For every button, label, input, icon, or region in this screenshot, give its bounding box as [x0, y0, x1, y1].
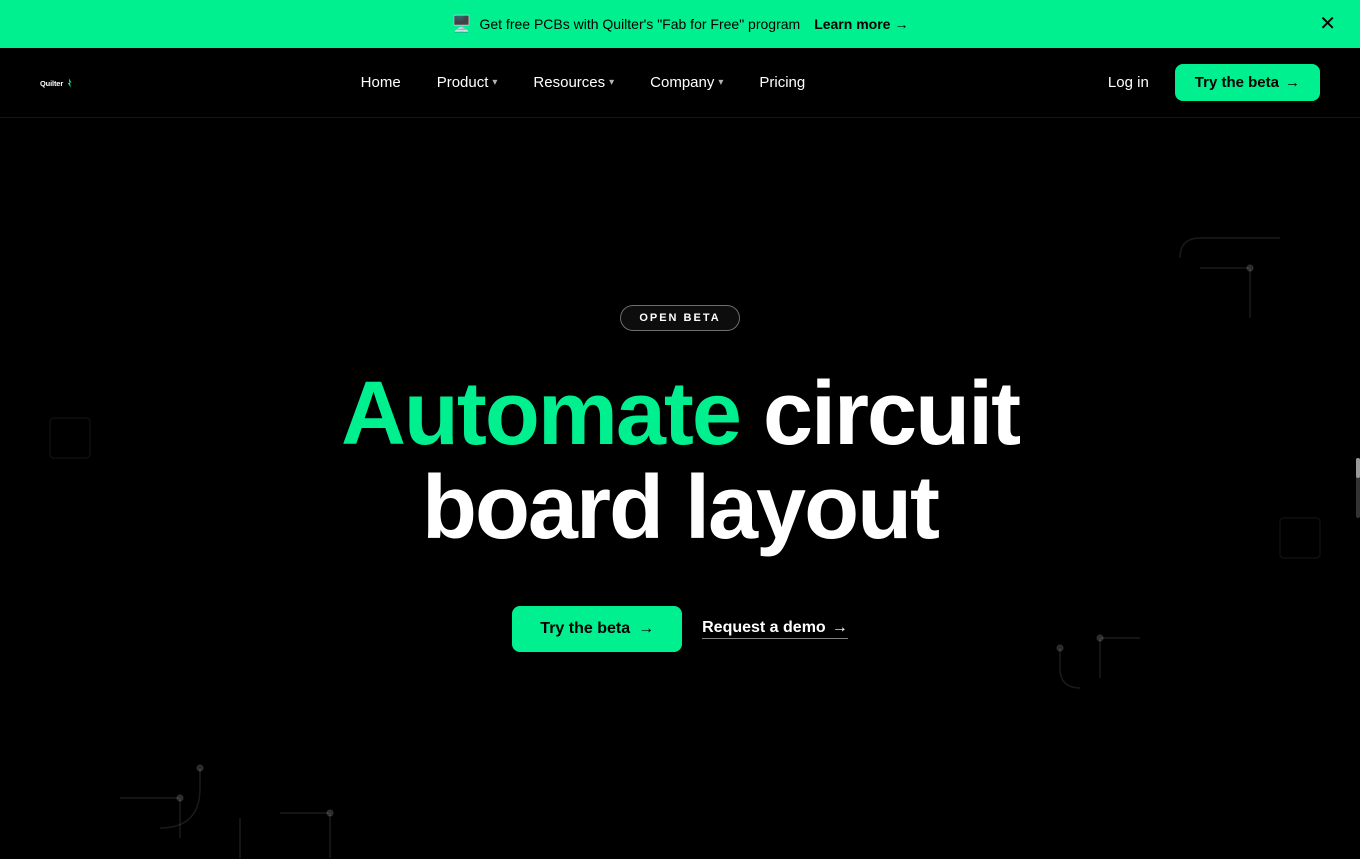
resources-chevron-icon: ▾ [609, 77, 614, 88]
announcement-bar: 🖥️ Get free PCBs with Quilter's "Fab for… [0, 0, 1360, 48]
navbar-cta-arrow: → [1285, 74, 1300, 91]
nav-pricing-label: Pricing [759, 74, 805, 91]
announcement-text: 🖥️ Get free PCBs with Quilter's "Fab for… [452, 14, 909, 34]
nav-resources[interactable]: Resources ▾ [519, 66, 628, 99]
logo-wordmark: Quilter [40, 67, 72, 99]
company-chevron-icon: ▾ [718, 77, 723, 88]
login-button[interactable]: Log in [1094, 66, 1163, 99]
navbar-try-beta-button[interactable]: Try the beta → [1175, 64, 1320, 101]
nav-links: Home Product ▾ Resources ▾ Company ▾ Pri… [347, 66, 820, 99]
nav-company-label: Company [650, 74, 714, 91]
hero-badge-text: OPEN BETA [639, 312, 720, 324]
nav-resources-label: Resources [533, 74, 605, 91]
announcement-close-button[interactable]: ✕ [1315, 10, 1340, 38]
nav-product-label: Product [437, 74, 489, 91]
hero-badge: OPEN BETA [620, 305, 739, 331]
hero-request-demo-button[interactable]: Request a demo → [702, 619, 848, 639]
announcement-icon: 🖥️ [452, 14, 472, 34]
hero-cta-primary-arrow: → [638, 620, 654, 638]
navbar-cta-label: Try the beta [1195, 74, 1279, 91]
scroll-thumb [1356, 458, 1360, 478]
hero-actions: Try the beta → Request a demo → [512, 606, 847, 652]
svg-text:Quilter: Quilter [40, 79, 63, 88]
nav-home-label: Home [361, 74, 401, 91]
hero-try-beta-button[interactable]: Try the beta → [512, 606, 682, 652]
navbar-actions: Log in Try the beta → [1094, 64, 1320, 101]
nav-pricing[interactable]: Pricing [745, 66, 819, 99]
hero-headline-line2: board layout [422, 458, 938, 558]
nav-product[interactable]: Product ▾ [423, 66, 512, 99]
logo-icon: Quilter [40, 67, 72, 99]
scroll-hint [1356, 458, 1360, 518]
hero-headline-white-1: circuit [740, 364, 1019, 464]
announcement-link-text: Learn more [814, 16, 890, 32]
announcement-link-arrow: → [894, 16, 908, 32]
hero-section: OPEN BETA Automate circuit board layout … [0, 118, 1360, 858]
nav-company[interactable]: Company ▾ [636, 66, 737, 99]
product-chevron-icon: ▾ [492, 77, 497, 88]
nav-home[interactable]: Home [347, 66, 415, 99]
announcement-link[interactable]: Learn more → [814, 16, 908, 32]
hero-headline-green: Automate [341, 364, 740, 464]
announcement-message: Get free PCBs with Quilter's "Fab for Fr… [479, 16, 800, 32]
hero-cta-secondary-label: Request a demo [702, 619, 826, 637]
hero-headline: Automate circuit board layout [341, 367, 1019, 556]
navbar: Quilter Home Product ▾ Resources ▾ Compa… [0, 48, 1360, 118]
hero-cta-primary-label: Try the beta [540, 620, 630, 638]
hero-cta-secondary-arrow: → [832, 619, 848, 637]
logo[interactable]: Quilter [40, 67, 72, 99]
